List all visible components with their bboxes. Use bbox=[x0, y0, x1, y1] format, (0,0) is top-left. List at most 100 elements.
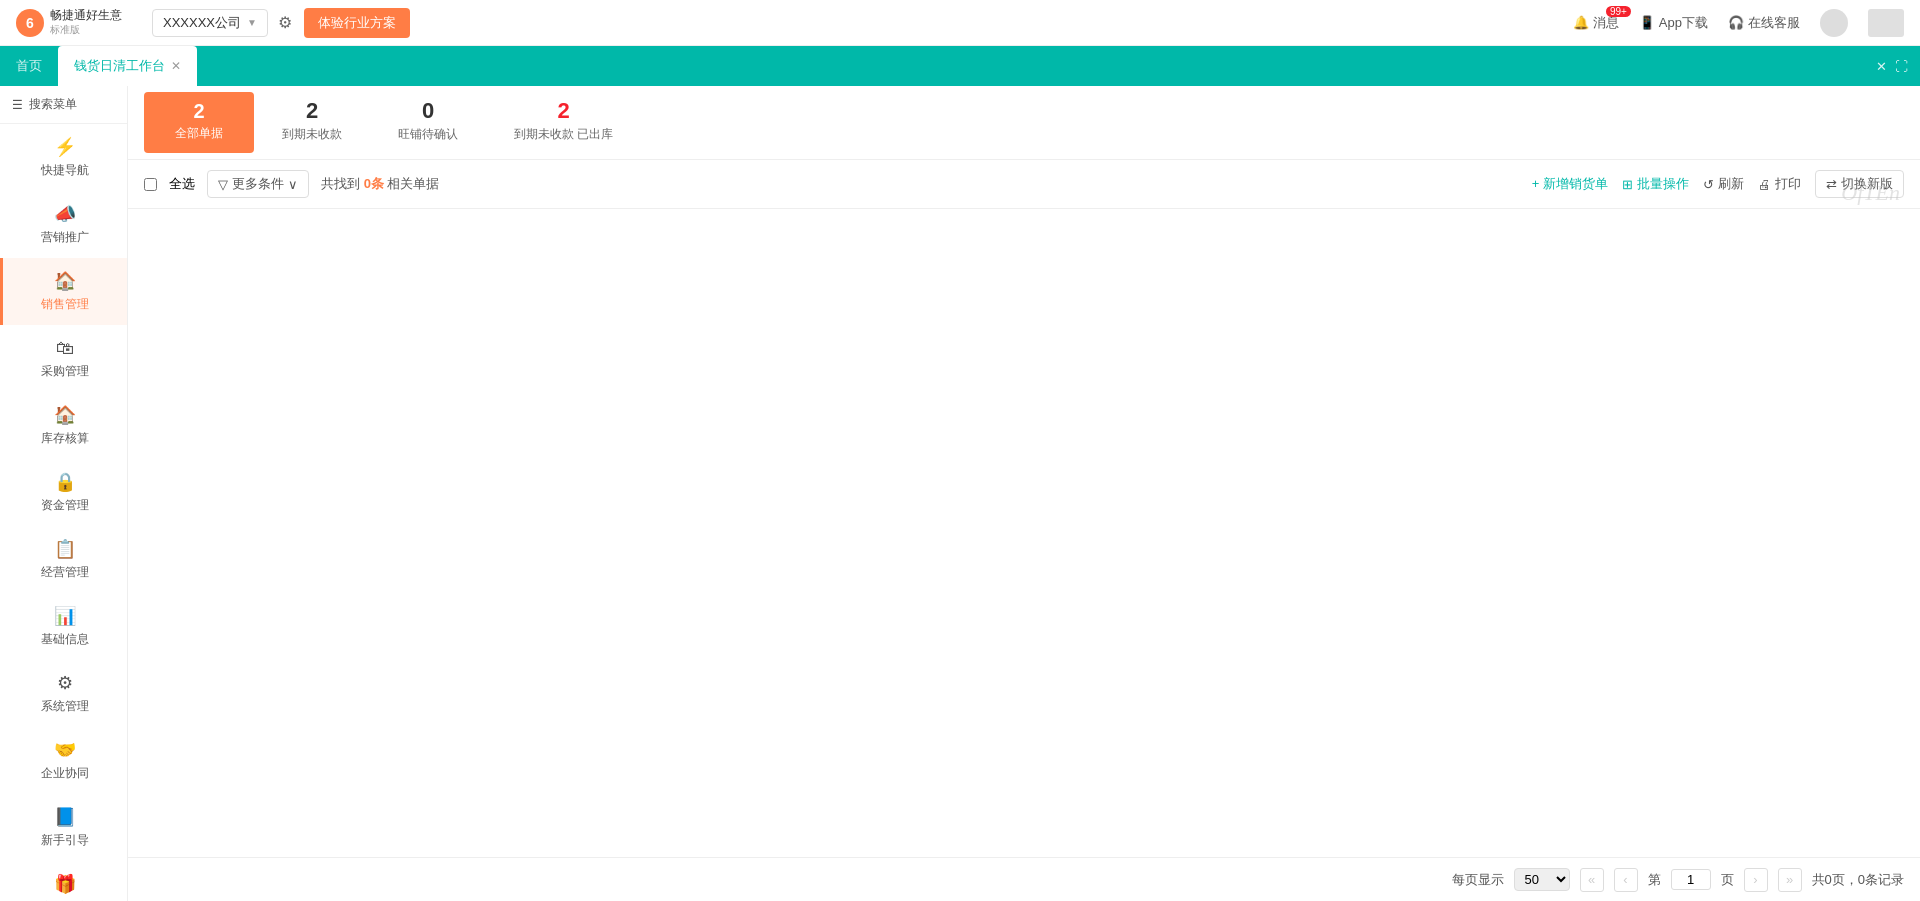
company-selector[interactable]: XXXXXX公司 ▼ bbox=[152, 9, 268, 37]
filter-label: 更多条件 bbox=[232, 175, 284, 193]
sidebar-item-label: 新手引导 bbox=[41, 832, 89, 849]
content-area: 2 全部单据 2 到期未收款 0 旺铺待确认 2 到期未收款 已出库 全选 bbox=[128, 86, 1920, 901]
search-menu-label: 搜索菜单 bbox=[29, 96, 77, 113]
sidebar-item-label: 采购管理 bbox=[41, 363, 89, 380]
found-count: 0条 bbox=[364, 176, 384, 191]
sidebar-item-operations[interactable]: 📋 经营管理 bbox=[0, 526, 127, 593]
tab-workbench[interactable]: 钱货日清工作台 ✕ bbox=[58, 46, 197, 86]
stat-wangpu-num: 0 bbox=[422, 98, 434, 124]
found-text: 共找到 0条 相关单据 bbox=[321, 175, 439, 193]
tab-close-icon[interactable]: ✕ bbox=[171, 59, 181, 73]
sidebar-item-label: 基础信息 bbox=[41, 631, 89, 648]
download-icon: 📱 bbox=[1639, 15, 1655, 30]
print-button[interactable]: 🖨 打印 bbox=[1758, 175, 1801, 193]
stat-all-num: 2 bbox=[193, 100, 204, 123]
stat-tab-wangpu[interactable]: 0 旺铺待确认 bbox=[370, 86, 486, 159]
stat-out-label: 到期未收款 已出库 bbox=[514, 126, 613, 143]
online-service-button[interactable]: 🎧 在线客服 bbox=[1728, 14, 1800, 32]
sidebar-item-purchase[interactable]: 🛍 采购管理 bbox=[0, 325, 127, 392]
bell-icon: 🔔 bbox=[1573, 15, 1589, 30]
stats-tabs: 2 全部单据 2 到期未收款 0 旺铺待确认 2 到期未收款 已出库 bbox=[128, 86, 1920, 160]
sidebar-item-sales[interactable]: 🏠 销售管理 bbox=[0, 258, 127, 325]
sidebar-item-label: 企业协同 bbox=[41, 765, 89, 782]
select-all-checkbox[interactable] bbox=[144, 178, 157, 191]
first-page-button[interactable]: « bbox=[1580, 868, 1604, 892]
messages-badge: 99+ bbox=[1606, 6, 1631, 17]
menu-icon: ☰ bbox=[12, 98, 23, 112]
logo-text: 畅捷通好生意 标准版 bbox=[50, 8, 122, 38]
finance-icon: 🔒 bbox=[54, 471, 76, 493]
app-download-label: App下载 bbox=[1659, 14, 1708, 32]
stat-wangpu-label: 旺铺待确认 bbox=[398, 126, 458, 143]
page-label-end: 页 bbox=[1721, 871, 1734, 889]
next-page-button[interactable]: › bbox=[1744, 868, 1768, 892]
sidebar-item-label: 营销推广 bbox=[41, 229, 89, 246]
sidebar-item-marketing[interactable]: 📣 营销推广 bbox=[0, 191, 127, 258]
per-page-label: 每页显示 bbox=[1452, 871, 1504, 889]
tab-home-label: 首页 bbox=[16, 57, 42, 75]
top-right-area: 🔔 消息 99+ 📱 App下载 🎧 在线客服 bbox=[1573, 9, 1904, 37]
logo-area: 6 畅捷通好生意 标准版 bbox=[16, 8, 144, 38]
toolbar-left: 全选 ▽ 更多条件 ∨ 共找到 0条 相关单据 bbox=[144, 170, 1520, 198]
switch-label: 切换新版 bbox=[1841, 175, 1893, 193]
sales-icon: 🏠 bbox=[54, 270, 76, 292]
service-icon: 🎧 bbox=[1728, 15, 1744, 30]
settings-icon[interactable]: ⚙ bbox=[278, 13, 292, 32]
user-menu[interactable] bbox=[1868, 9, 1904, 37]
marketing-icon: 📣 bbox=[54, 203, 76, 225]
tab-close-window-icon[interactable]: ✕ bbox=[1876, 59, 1887, 74]
tab-bar: 首页 钱货日清工作台 ✕ ✕ ⛶ bbox=[0, 46, 1920, 86]
sidebar-item-beginner[interactable]: 📘 新手引导 bbox=[0, 794, 127, 861]
system-icon: ⚙ bbox=[54, 672, 76, 694]
refresh-label: 刷新 bbox=[1718, 175, 1744, 193]
sidebar-item-base-info[interactable]: 📊 基础信息 bbox=[0, 593, 127, 660]
app-download-button[interactable]: 📱 App下载 bbox=[1639, 14, 1708, 32]
print-icon: 🖨 bbox=[1758, 177, 1771, 192]
quick-nav-icon: ⚡ bbox=[54, 136, 76, 158]
experience-button[interactable]: 体验行业方案 bbox=[304, 8, 410, 38]
add-order-button[interactable]: + 新增销货单 bbox=[1532, 175, 1608, 193]
per-page-select[interactable]: 50 100 200 bbox=[1514, 868, 1570, 891]
purchase-icon: 🛍 bbox=[54, 337, 76, 359]
operations-icon: 📋 bbox=[54, 538, 76, 560]
toolbar: 全选 ▽ 更多条件 ∨ 共找到 0条 相关单据 + 新增销货单 ⊞ 批量操作 bbox=[128, 160, 1920, 209]
enterprise-icon: 🤝 bbox=[54, 739, 76, 761]
sidebar-item-enterprise[interactable]: 🤝 企业协同 bbox=[0, 727, 127, 794]
stat-tab-overdue-out[interactable]: 2 到期未收款 已出库 bbox=[486, 86, 641, 159]
table-area bbox=[128, 209, 1920, 857]
base-info-icon: 📊 bbox=[54, 605, 76, 627]
switch-version-button[interactable]: ⇄ 切换新版 bbox=[1815, 170, 1904, 198]
sidebar-item-inventory[interactable]: 🏠 库存核算 bbox=[0, 392, 127, 459]
avatar[interactable] bbox=[1820, 9, 1848, 37]
sidebar-item-app-center[interactable]: 🎁 应用中心 bbox=[0, 861, 127, 901]
sidebar-item-label: 快捷导航 bbox=[41, 162, 89, 179]
last-page-button[interactable]: » bbox=[1778, 868, 1802, 892]
company-name: XXXXXX公司 bbox=[163, 14, 241, 32]
sidebar-item-system[interactable]: ⚙ 系统管理 bbox=[0, 660, 127, 727]
stat-tab-all[interactable]: 2 全部单据 bbox=[144, 92, 254, 153]
beginner-icon: 📘 bbox=[54, 806, 76, 828]
stat-overdue-num: 2 bbox=[306, 98, 318, 124]
filter-button[interactable]: ▽ 更多条件 ∨ bbox=[207, 170, 309, 198]
sidebar-item-label: 库存核算 bbox=[41, 430, 89, 447]
messages-button[interactable]: 🔔 消息 99+ bbox=[1573, 14, 1619, 32]
tab-expand-icon[interactable]: ⛶ bbox=[1895, 59, 1908, 74]
batch-button[interactable]: ⊞ 批量操作 bbox=[1622, 175, 1689, 193]
sidebar-item-quick-nav[interactable]: ⚡ 快捷导航 bbox=[0, 124, 127, 191]
switch-icon: ⇄ bbox=[1826, 177, 1837, 192]
sidebar-item-finance[interactable]: 🔒 资金管理 bbox=[0, 459, 127, 526]
batch-label: 批量操作 bbox=[1637, 175, 1689, 193]
page-number-input[interactable] bbox=[1671, 869, 1711, 890]
refresh-button[interactable]: ↺ 刷新 bbox=[1703, 175, 1744, 193]
search-menu-item[interactable]: ☰ 搜索菜单 bbox=[0, 86, 127, 124]
prev-page-button[interactable]: ‹ bbox=[1614, 868, 1638, 892]
sidebar-item-label: 销售管理 bbox=[41, 296, 89, 313]
print-label: 打印 bbox=[1775, 175, 1801, 193]
batch-icon: ⊞ bbox=[1622, 177, 1633, 192]
stat-tab-overdue[interactable]: 2 到期未收款 bbox=[254, 86, 370, 159]
pagination-bar: 每页显示 50 100 200 « ‹ 第 页 › » 共0页，0条记录 bbox=[128, 857, 1920, 901]
logo-icon: 6 bbox=[16, 9, 44, 37]
stat-out-num: 2 bbox=[558, 98, 570, 124]
tab-home[interactable]: 首页 bbox=[0, 46, 58, 86]
inventory-icon: 🏠 bbox=[54, 404, 76, 426]
